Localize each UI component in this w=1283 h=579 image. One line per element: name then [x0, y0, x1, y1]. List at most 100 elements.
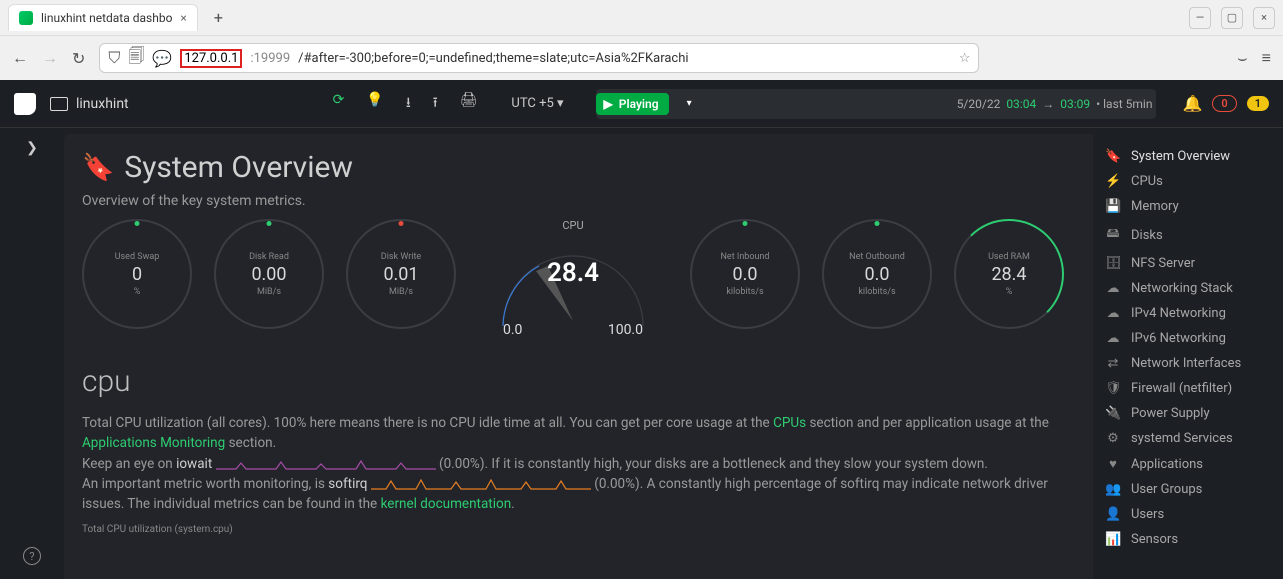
gauge-disk-write[interactable]: Disk Write 0.01 MiB/s [346, 219, 456, 329]
disk-icon: 🖴 [1105, 224, 1121, 246]
bell-icon[interactable]: 🔔 [1182, 94, 1202, 113]
gauge-swap[interactable]: Used Swap 0 % [82, 219, 192, 329]
bookmark-icon: 🔖 [1105, 149, 1121, 164]
url-ip: 127.0.0.1 [180, 49, 242, 68]
page-title: System Overview [124, 150, 353, 185]
gauge-net-in[interactable]: Net Inbound 0.0 kilobits/s [690, 219, 800, 329]
play-icon: ▶ [604, 97, 613, 111]
chip-icon: 💾 [1105, 199, 1121, 214]
app-topbar: linuxhint ⟳ 💡 ⭳ ⭱ 🖨 UTC +5 ▾ ▶ Playing ▾… [0, 80, 1283, 128]
forward-button[interactable]: → [42, 48, 58, 68]
print-icon[interactable]: 🖨 [460, 92, 478, 116]
maximize-button[interactable]: ▢ [1221, 7, 1243, 29]
left-rail: ❯ ? [0, 128, 64, 579]
bulb-icon[interactable]: 💡 [366, 92, 383, 116]
sidebar-item-disks[interactable]: 🖴Disks [1103, 219, 1273, 251]
sidebar-item-sensors[interactable]: 📊Sensors [1103, 527, 1273, 552]
sidebar-item-system-overview[interactable]: 🔖System Overview [1103, 144, 1273, 169]
svg-text:100.0: 100.0 [608, 322, 643, 336]
sidebar-item-net-stack[interactable]: ☁Networking Stack [1103, 276, 1273, 301]
toolbar-icons: ⟳ 💡 ⭳ ⭱ 🖨 [333, 92, 478, 116]
iowait-sparkline [216, 457, 436, 471]
shield-icon[interactable]: ⛉ [108, 48, 120, 68]
url-bar[interactable]: ⛉ 🗐 💬 127.0.0.1 :19999 /#after=-300;before… [99, 43, 979, 73]
url-port: :19999 [250, 51, 290, 66]
bookmark-icon: 🔖 [82, 153, 114, 183]
cloud-icon: ☁ [1105, 331, 1121, 346]
monitor-icon [50, 97, 68, 111]
play-dropdown[interactable]: ▾ [681, 98, 698, 109]
cpu-desc-1: Total CPU utilization (all cores). 100% … [82, 413, 1075, 454]
time-from: 03:04 [1006, 97, 1036, 111]
play-button[interactable]: ▶ Playing [596, 93, 669, 115]
cloud-icon: ☁ [1105, 281, 1121, 296]
upload-icon[interactable]: ⭱ [433, 92, 438, 116]
sidebar-item-cpus[interactable]: ⚡CPUs [1103, 169, 1273, 194]
sidebar-item-ipv6[interactable]: ☁IPv6 Networking [1103, 326, 1273, 351]
timezone-selector[interactable]: UTC +5 ▾ [511, 96, 563, 111]
sidebar-item-interfaces[interactable]: ⇄Network Interfaces [1103, 351, 1273, 376]
bookmark-star-icon[interactable]: ☆ [959, 51, 971, 66]
host-selector[interactable]: linuxhint [50, 96, 129, 112]
sidebar-item-power[interactable]: 🔌Power Supply [1103, 401, 1273, 426]
close-tab-icon[interactable]: × [180, 11, 186, 25]
time-range[interactable]: 5/20/22 03:04 → 03:09 • last 5min [957, 97, 1153, 111]
minimize-button[interactable]: — [1189, 7, 1211, 29]
main-content: 🔖 System Overview Overview of the key sy… [64, 134, 1093, 579]
download-icon[interactable]: ⭳ [406, 92, 411, 116]
link-apps[interactable]: Applications Monitoring [82, 435, 225, 451]
expand-rail-icon[interactable]: ❯ [26, 140, 38, 156]
page-subtitle: Overview of the key system metrics. [82, 193, 1075, 209]
cpu-desc-iowait: Keep an eye on iowait (0.00%). If it is … [82, 454, 1075, 474]
browser-tab[interactable]: linuxhint netdata dashbo × [8, 4, 198, 31]
tab-title: linuxhint netdata dashbo [41, 11, 172, 25]
host-name: linuxhint [76, 96, 129, 112]
link-cpus[interactable]: CPUs [773, 415, 806, 431]
reader-icon[interactable]: 🗐 [128, 45, 144, 72]
softirq-sparkline [371, 477, 591, 491]
gear-icon: ⚙ [1105, 431, 1121, 446]
sidebar-item-firewall[interactable]: 🛡Firewall (netfilter) [1103, 376, 1273, 401]
refresh-icon[interactable]: ⟳ [333, 92, 345, 116]
gauge-disk-read[interactable]: Disk Read 0.00 MiB/s [214, 219, 324, 329]
back-button[interactable]: ← [12, 48, 28, 68]
cpu-desc-softirq: An important metric worth monitoring, is… [82, 474, 1075, 515]
nav-bar: ← → ↻ ⛉ 🗐 💬 127.0.0.1 :19999 /#after=-300;… [0, 36, 1283, 80]
help-icon[interactable]: ? [23, 547, 41, 565]
tab-bar: linuxhint netdata dashbo × + — ▢ × [0, 0, 1283, 36]
sidebar-item-users[interactable]: 👤Users [1103, 502, 1273, 527]
sidebar-item-systemd[interactable]: ⚙systemd Services [1103, 426, 1273, 451]
gauge-net-out[interactable]: Net Outbound 0.0 kilobits/s [822, 219, 932, 329]
svg-text:28.4: 28.4 [547, 258, 599, 288]
link-kernel-docs[interactable]: kernel documentation [381, 496, 512, 512]
bolt-icon: ⚡ [1105, 174, 1121, 189]
gauge-cpu[interactable]: CPU 28.4 0.0 100.0 % [478, 219, 668, 340]
sidebar-item-memory[interactable]: 💾Memory [1103, 194, 1273, 219]
close-window-button[interactable]: × [1253, 7, 1275, 29]
new-tab-button[interactable]: + [206, 4, 231, 31]
sensor-icon: 📊 [1105, 532, 1121, 547]
url-path: /#after=-300;before=0;=undefined;theme=s… [298, 51, 688, 66]
sidebar-item-usergroups[interactable]: 👥User Groups [1103, 477, 1273, 502]
chat-icon[interactable]: 💬 [152, 49, 172, 68]
sidebar: 🔖System Overview ⚡CPUs 💾Memory 🖴Disks 🗄N… [1093, 128, 1283, 579]
reload-button[interactable]: ↻ [72, 49, 85, 68]
user-icon: 👤 [1105, 507, 1121, 522]
plug-icon: 🔌 [1105, 406, 1121, 421]
alarms-warning-badge[interactable]: 1 [1247, 96, 1269, 111]
time-controls: ▶ Playing ▾ 5/20/22 03:04 → 03:09 • last… [596, 89, 1157, 119]
window-controls: — ▢ × [1189, 7, 1275, 29]
sidebar-item-applications[interactable]: ♥Applications [1103, 451, 1273, 477]
alarms-critical-badge[interactable]: 0 [1212, 95, 1236, 112]
hamburger-menu-icon[interactable]: ≡ [1262, 48, 1271, 68]
date: 5/20/22 [957, 97, 1001, 111]
netdata-logo-icon[interactable] [14, 93, 36, 115]
gauge-ram[interactable]: Used RAM 28.4 % [954, 219, 1064, 329]
interface-icon: ⇄ [1105, 356, 1121, 371]
chart-caption: Total CPU utilization (system.cpu) [82, 524, 1075, 535]
pocket-icon[interactable]: ⌣ [1237, 48, 1248, 68]
shield-icon: 🛡 [1105, 381, 1121, 396]
sidebar-item-nfs[interactable]: 🗄NFS Server [1103, 251, 1273, 276]
sidebar-item-ipv4[interactable]: ☁IPv4 Networking [1103, 301, 1273, 326]
play-label: Playing [619, 97, 659, 111]
